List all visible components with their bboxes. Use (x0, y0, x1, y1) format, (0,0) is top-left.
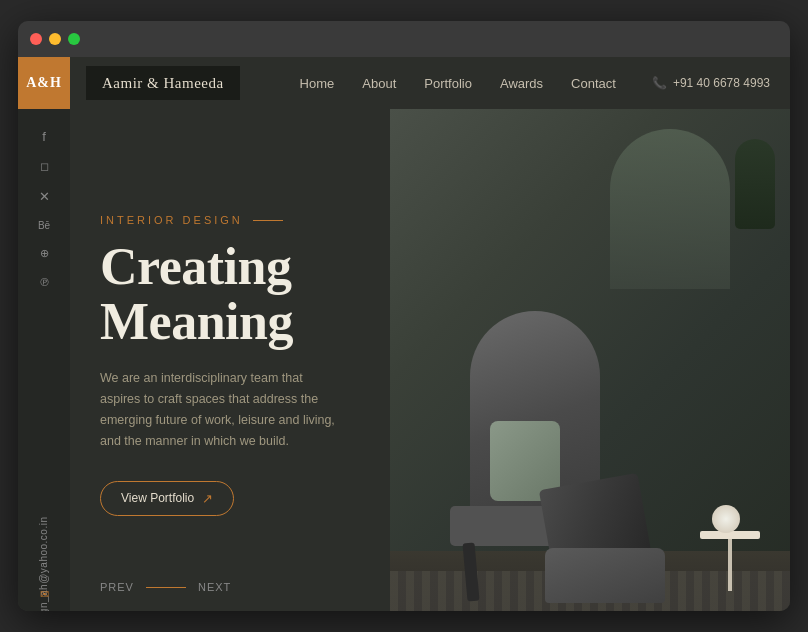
dribbble-icon[interactable]: ⊕ (40, 247, 49, 260)
label-line: INTERIOR DESIGN (100, 214, 360, 226)
hero-description: We are an interdisciplinary team that as… (100, 368, 340, 453)
instagram-icon[interactable]: ◻ (40, 160, 49, 173)
arch-decoration (610, 129, 730, 289)
plant-decoration (730, 139, 780, 259)
side-table (700, 531, 760, 591)
browser-window: A&H Aamir & Hameeda Home About Portfolio… (18, 21, 790, 611)
nav-about[interactable]: About (362, 76, 396, 91)
nav-contact[interactable]: Contact (571, 76, 616, 91)
ottoman (545, 548, 665, 603)
view-portfolio-button[interactable]: View Portfolio ↗ (100, 481, 234, 516)
hero-heading-line2: Meaning (100, 293, 293, 350)
label-divider (253, 220, 283, 221)
hero-image-section (390, 109, 790, 611)
content-area: INTERIOR DESIGN Creating Meaning We are … (70, 109, 790, 611)
pagination-line (146, 587, 186, 588)
prev-next-nav: PREV NEXT (100, 581, 231, 593)
logo-initials: A&H (26, 75, 62, 91)
hero-heading-line1: Creating (100, 238, 291, 295)
behance-icon[interactable]: Bē (38, 220, 50, 231)
twitter-icon[interactable]: ✕ (39, 189, 50, 204)
room-background (390, 109, 790, 611)
phone-icon: 📞 (652, 76, 667, 91)
nav-awards[interactable]: Awards (500, 76, 543, 91)
phone-container: 📞 +91 40 6678 4993 (652, 76, 770, 91)
nav-portfolio[interactable]: Portfolio (424, 76, 472, 91)
facebook-icon[interactable]: f (42, 129, 46, 144)
main-nav: Home About Portfolio Awards Contact 📞 +9… (300, 76, 790, 91)
site-header: A&H Aamir & Hameeda Home About Portfolio… (18, 57, 790, 109)
email-icon: ✉ (40, 588, 49, 601)
maximize-button[interactable] (68, 33, 80, 45)
brand-name: Aamir & Hameeda (102, 75, 224, 91)
brand-name-box: Aamir & Hameeda (86, 66, 240, 100)
phone-number: +91 40 6678 4993 (673, 76, 770, 90)
chair-leg-left (462, 543, 479, 602)
cta-label: View Portfolio (121, 491, 194, 505)
browser-chrome (18, 21, 790, 57)
social-sidebar: f ◻ ✕ Bē ⊕ ℗ design_ah@yahoo.co.in ✉ (18, 109, 70, 611)
nav-home[interactable]: Home (300, 76, 335, 91)
next-button[interactable]: NEXT (198, 581, 231, 593)
main-content: f ◻ ✕ Bē ⊕ ℗ design_ah@yahoo.co.in ✉ INT… (18, 109, 790, 611)
pinterest-icon[interactable]: ℗ (39, 276, 50, 289)
minimize-button[interactable] (49, 33, 61, 45)
hero-label: INTERIOR DESIGN (100, 214, 243, 226)
lamp (712, 505, 740, 533)
logo-box: A&H (18, 57, 70, 109)
close-button[interactable] (30, 33, 42, 45)
hero-heading: Creating Meaning (100, 240, 360, 349)
hero-text-section: INTERIOR DESIGN Creating Meaning We are … (70, 109, 390, 611)
arrow-icon: ↗ (202, 491, 213, 506)
prev-button[interactable]: PREV (100, 581, 134, 593)
plant-leaves (735, 139, 775, 229)
site-container: A&H Aamir & Hameeda Home About Portfolio… (18, 57, 790, 611)
table-leg (728, 539, 732, 591)
